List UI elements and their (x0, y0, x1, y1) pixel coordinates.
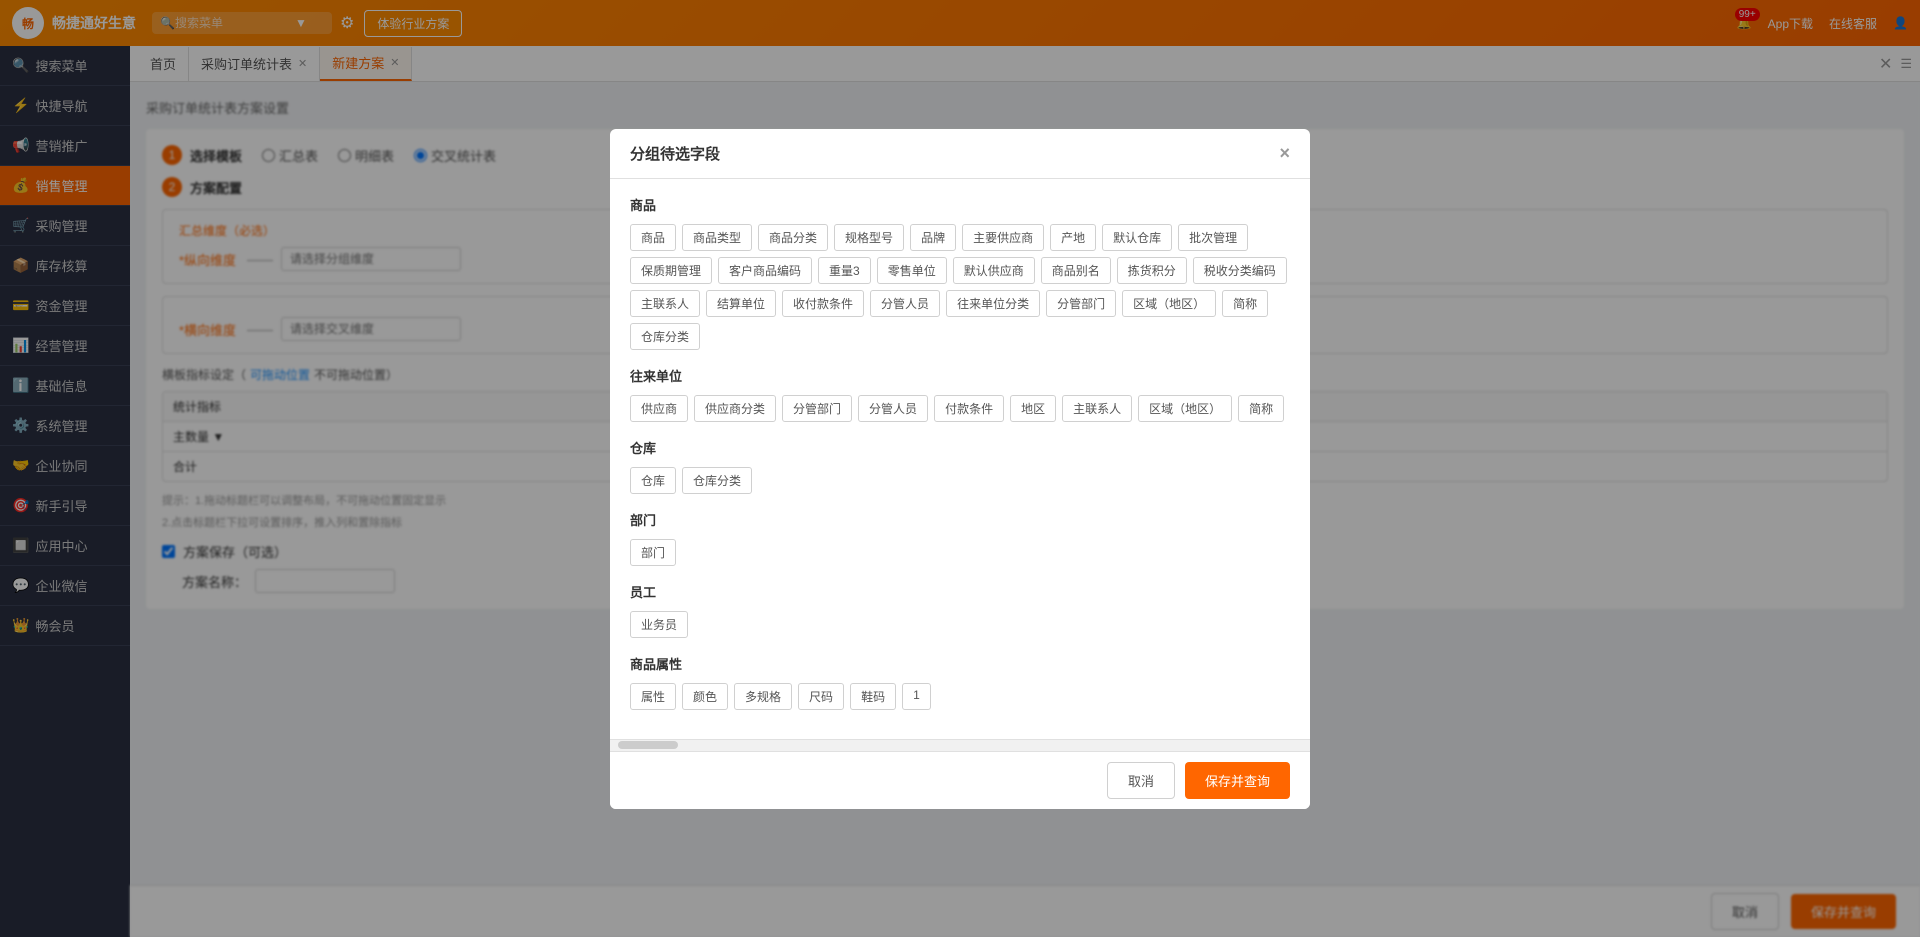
field-tag-product_attr-1[interactable]: 颜色 (682, 683, 728, 710)
field-tag-goods-1[interactable]: 商品类型 (682, 224, 752, 251)
modal-dialog: 分组待选字段 × 商品商品商品类型商品分类规格型号品牌主要供应商产地默认仓库批次… (610, 129, 1310, 809)
section-goods: 商品商品商品类型商品分类规格型号品牌主要供应商产地默认仓库批次管理保质期管理客户… (630, 195, 1290, 350)
section-employee: 员工业务员 (630, 582, 1290, 638)
field-tag-goods-2[interactable]: 商品分类 (758, 224, 828, 251)
field-tag-partner-2[interactable]: 分管部门 (782, 395, 852, 422)
field-tag-goods-13[interactable]: 默认供应商 (953, 257, 1035, 284)
section-department: 部门部门 (630, 510, 1290, 566)
modal-close-button[interactable]: × (1279, 143, 1290, 164)
field-tag-product_attr-0[interactable]: 属性 (630, 683, 676, 710)
scroll-thumb (618, 741, 678, 749)
field-tag-goods-6[interactable]: 产地 (1050, 224, 1096, 251)
field-tag-goods-8[interactable]: 批次管理 (1178, 224, 1248, 251)
field-tag-partner-8[interactable]: 简称 (1238, 395, 1284, 422)
field-tag-goods-3[interactable]: 规格型号 (834, 224, 904, 251)
field-tag-goods-23[interactable]: 区域（地区） (1122, 290, 1216, 317)
field-tag-goods-17[interactable]: 主联系人 (630, 290, 700, 317)
field-tag-goods-19[interactable]: 收付款条件 (782, 290, 864, 317)
field-tag-department-0[interactable]: 部门 (630, 539, 676, 566)
section-warehouse: 仓库仓库仓库分类 (630, 438, 1290, 494)
section-title-department: 部门 (630, 510, 1290, 529)
field-tag-product_attr-4[interactable]: 鞋码 (850, 683, 896, 710)
modal-title: 分组待选字段 (630, 143, 720, 164)
field-tag-warehouse-0[interactable]: 仓库 (630, 467, 676, 494)
section-title-goods: 商品 (630, 195, 1290, 214)
field-tag-goods-20[interactable]: 分管人员 (870, 290, 940, 317)
field-tags-partner: 供应商供应商分类分管部门分管人员付款条件地区主联系人区域（地区）简称 (630, 395, 1290, 422)
save-button[interactable]: 保存并查询 (1185, 762, 1290, 799)
field-tags-goods: 商品商品类型商品分类规格型号品牌主要供应商产地默认仓库批次管理保质期管理客户商品… (630, 224, 1290, 350)
field-tag-goods-10[interactable]: 客户商品编码 (718, 257, 812, 284)
cancel-button[interactable]: 取消 (1107, 762, 1175, 799)
section-title-employee: 员工 (630, 582, 1290, 601)
field-tag-product_attr-3[interactable]: 尺码 (798, 683, 844, 710)
field-tag-goods-4[interactable]: 品牌 (910, 224, 956, 251)
field-tags-employee: 业务员 (630, 611, 1290, 638)
field-tags-department: 部门 (630, 539, 1290, 566)
field-tag-goods-0[interactable]: 商品 (630, 224, 676, 251)
section-title-partner: 往来单位 (630, 366, 1290, 385)
section-title-warehouse: 仓库 (630, 438, 1290, 457)
field-tag-goods-15[interactable]: 拣货积分 (1117, 257, 1187, 284)
field-tag-goods-14[interactable]: 商品别名 (1041, 257, 1111, 284)
field-tag-goods-24[interactable]: 简称 (1222, 290, 1268, 317)
field-tag-goods-9[interactable]: 保质期管理 (630, 257, 712, 284)
field-tag-partner-3[interactable]: 分管人员 (858, 395, 928, 422)
field-tag-partner-0[interactable]: 供应商 (630, 395, 688, 422)
field-tag-goods-25[interactable]: 仓库分类 (630, 323, 700, 350)
section-product_attr: 商品属性属性颜色多规格尺码鞋码1 (630, 654, 1290, 710)
field-tag-partner-6[interactable]: 主联系人 (1062, 395, 1132, 422)
horizontal-scrollbar[interactable] (610, 739, 1310, 751)
field-tag-warehouse-1[interactable]: 仓库分类 (682, 467, 752, 494)
field-tags-warehouse: 仓库仓库分类 (630, 467, 1290, 494)
field-tag-goods-22[interactable]: 分管部门 (1046, 290, 1116, 317)
field-tag-partner-4[interactable]: 付款条件 (934, 395, 1004, 422)
field-tag-employee-0[interactable]: 业务员 (630, 611, 688, 638)
field-tag-goods-16[interactable]: 税收分类编码 (1193, 257, 1287, 284)
field-tag-goods-11[interactable]: 重量3 (818, 257, 871, 284)
field-tag-goods-18[interactable]: 结算单位 (706, 290, 776, 317)
field-tag-partner-1[interactable]: 供应商分类 (694, 395, 776, 422)
field-tag-product_attr-5[interactable]: 1 (902, 683, 931, 710)
field-tag-partner-7[interactable]: 区域（地区） (1138, 395, 1232, 422)
modal-header: 分组待选字段 × (610, 129, 1310, 179)
modal-footer: 取消 保存并查询 (610, 751, 1310, 809)
field-tag-goods-12[interactable]: 零售单位 (877, 257, 947, 284)
field-tag-partner-5[interactable]: 地区 (1010, 395, 1056, 422)
section-partner: 往来单位供应商供应商分类分管部门分管人员付款条件地区主联系人区域（地区）简称 (630, 366, 1290, 422)
field-tag-goods-5[interactable]: 主要供应商 (962, 224, 1044, 251)
field-tag-goods-7[interactable]: 默认仓库 (1102, 224, 1172, 251)
field-tag-goods-21[interactable]: 往来单位分类 (946, 290, 1040, 317)
field-tags-product_attr: 属性颜色多规格尺码鞋码1 (630, 683, 1290, 710)
section-title-product_attr: 商品属性 (630, 654, 1290, 673)
modal-overlay: 分组待选字段 × 商品商品商品类型商品分类规格型号品牌主要供应商产地默认仓库批次… (0, 0, 1920, 937)
field-tag-product_attr-2[interactable]: 多规格 (734, 683, 792, 710)
modal-body: 商品商品商品类型商品分类规格型号品牌主要供应商产地默认仓库批次管理保质期管理客户… (610, 179, 1310, 739)
